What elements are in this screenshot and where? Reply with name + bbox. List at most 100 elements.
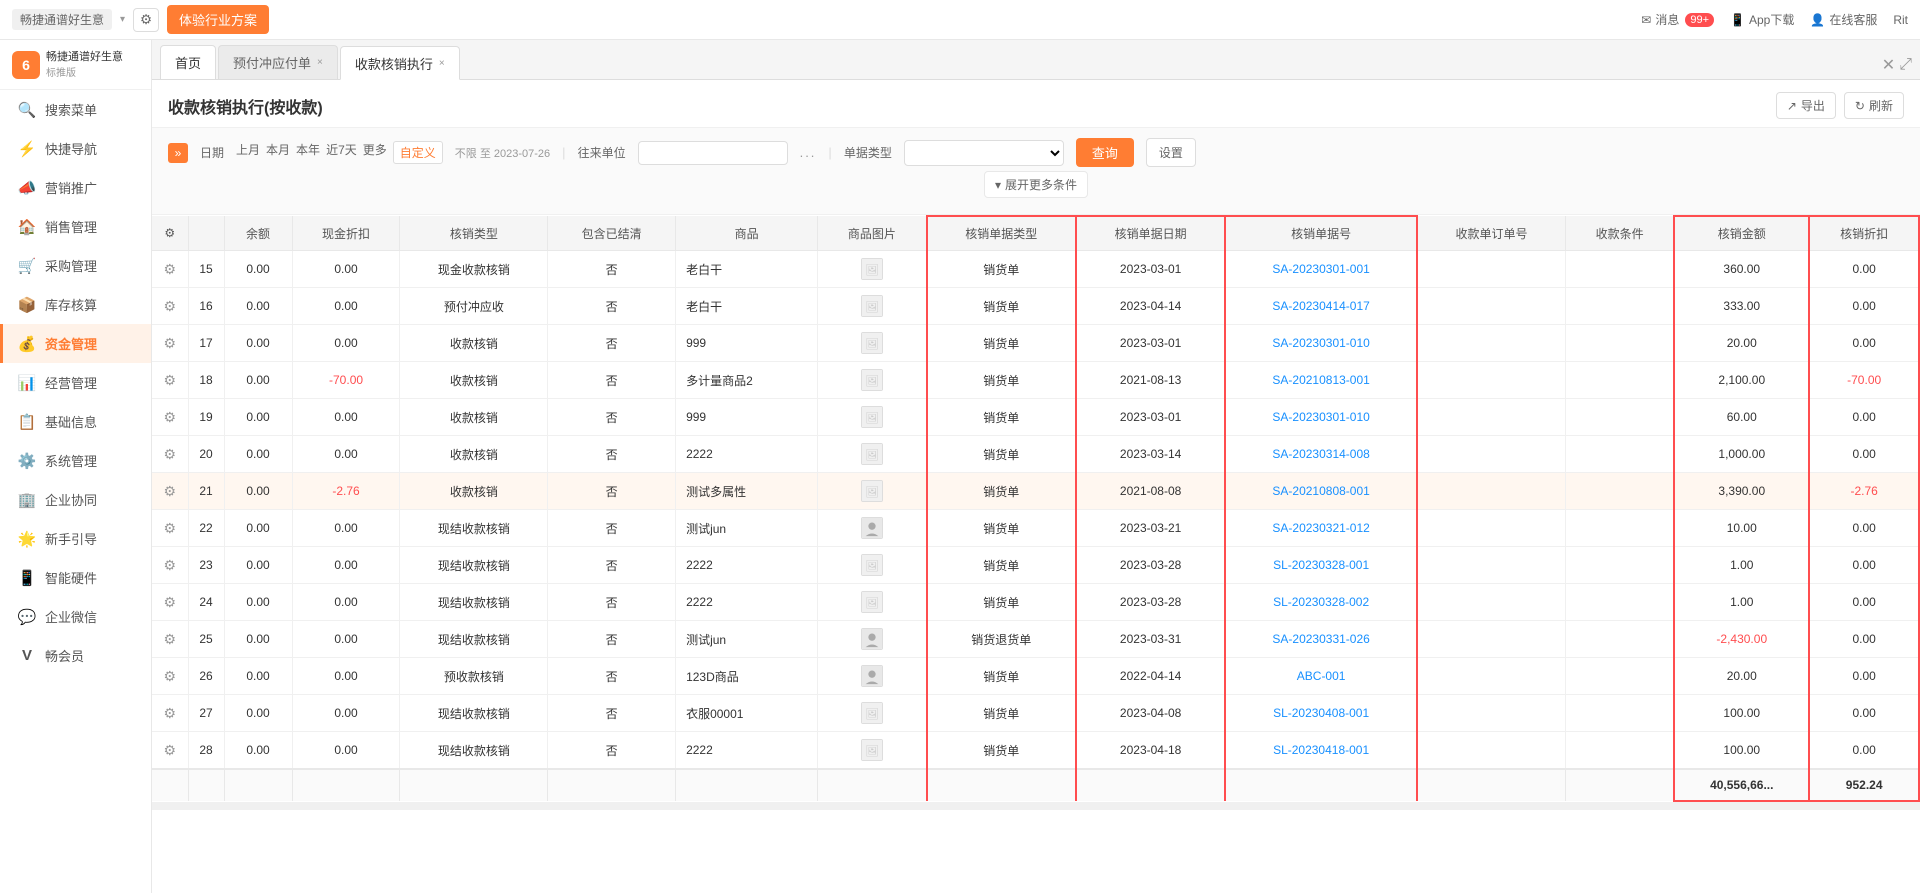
- app-download-group[interactable]: 📱 App下载: [1730, 11, 1794, 28]
- bill-no-5[interactable]: SA-20230314-008: [1225, 436, 1417, 473]
- bill-no-10[interactable]: SA-20230331-026: [1225, 621, 1417, 658]
- company-input[interactable]: [638, 141, 788, 165]
- brand-dropdown-arrow[interactable]: ▾: [120, 14, 125, 25]
- gear-cell-5[interactable]: ⚙: [152, 436, 188, 473]
- col-settings[interactable]: ⚙: [152, 216, 188, 251]
- footer-settings: [152, 769, 188, 801]
- bill-no-link-6[interactable]: SA-20210808-001: [1272, 484, 1369, 498]
- date-last-month[interactable]: 上月: [236, 141, 260, 164]
- online-service-group[interactable]: 👤 在线客服: [1810, 11, 1877, 28]
- user-name[interactable]: Rit: [1893, 13, 1908, 27]
- tab-prepay-label: 预付冲应付单: [233, 53, 311, 72]
- sidebar-item-sales[interactable]: 🏠 销售管理: [0, 207, 151, 246]
- gear-cell-0[interactable]: ⚙: [152, 251, 188, 288]
- date-last-7days[interactable]: 近7天: [326, 141, 357, 164]
- gear-cell-13[interactable]: ⚙: [152, 732, 188, 770]
- bill-no-link-3[interactable]: SA-20210813-001: [1272, 373, 1369, 387]
- date-custom[interactable]: 自定义: [393, 141, 443, 164]
- filter-settings-button[interactable]: 设置: [1146, 138, 1196, 167]
- scroll-hint[interactable]: [152, 802, 1920, 810]
- bill-no-link-10[interactable]: SA-20230331-026: [1272, 632, 1369, 646]
- row-num-10: 25: [188, 621, 224, 658]
- bill-no-link-13[interactable]: SL-20230418-001: [1273, 743, 1369, 757]
- messages-icon-group[interactable]: ✉ 消息 99+: [1641, 11, 1714, 28]
- svg-text:🖼: 🖼: [865, 708, 879, 721]
- sidebar-item-hardware[interactable]: 📱 智能硬件: [0, 558, 151, 597]
- gear-cell-11[interactable]: ⚙: [152, 658, 188, 695]
- bill-no-8[interactable]: SL-20230328-001: [1225, 547, 1417, 584]
- sidebar-item-wechat[interactable]: 💬 企业微信: [0, 597, 151, 636]
- expand-conditions-button[interactable]: ▾ 展开更多条件: [984, 171, 1088, 198]
- tab-receipt-writeoff[interactable]: 收款核销执行 ×: [340, 46, 460, 80]
- tab-maximize-button[interactable]: ⤢: [1899, 56, 1912, 74]
- export-button[interactable]: ↗ 导出: [1776, 92, 1836, 119]
- sidebar-item-quick-nav[interactable]: ⚡ 快捷导航: [0, 129, 151, 168]
- sidebar-item-inventory[interactable]: 📦 库存核算: [0, 285, 151, 324]
- sidebar-item-basic[interactable]: 📋 基础信息: [0, 402, 151, 441]
- gear-cell-7[interactable]: ⚙: [152, 510, 188, 547]
- bill-no-4[interactable]: SA-20230301-010: [1225, 399, 1417, 436]
- table-row: ⚙ 23 0.00 0.00 现结收款核销 否 2222 🖼 销货单 2023-…: [152, 547, 1919, 584]
- tab-close-all-button[interactable]: ✕: [1882, 55, 1895, 75]
- sidebar-item-business[interactable]: 📊 经营管理: [0, 363, 151, 402]
- gear-cell-4[interactable]: ⚙: [152, 399, 188, 436]
- filter-toggle-button[interactable]: »: [168, 143, 188, 163]
- company-dots[interactable]: ...: [800, 145, 817, 160]
- bill-no-link-4[interactable]: SA-20230301-010: [1272, 410, 1369, 424]
- row-num-6: 21: [188, 473, 224, 510]
- footer-bill-no: [1225, 769, 1417, 801]
- bill-no-link-11[interactable]: ABC-001: [1297, 669, 1346, 683]
- sidebar-item-search[interactable]: 🔍 搜索菜单: [0, 90, 151, 129]
- bill-no-0[interactable]: SA-20230301-001: [1225, 251, 1417, 288]
- gear-cell-10[interactable]: ⚙: [152, 621, 188, 658]
- bill-type-select[interactable]: [904, 140, 1064, 166]
- sidebar-item-corp[interactable]: 🏢 企业协同: [0, 480, 151, 519]
- refresh-button[interactable]: ↻ 刷新: [1844, 92, 1904, 119]
- bill-no-9[interactable]: SL-20230328-002: [1225, 584, 1417, 621]
- sidebar-item-finance[interactable]: 💰 资金管理: [0, 324, 151, 363]
- col-receipt-condition: 收款条件: [1565, 216, 1674, 251]
- sidebar-item-member[interactable]: V 畅会员: [0, 636, 151, 675]
- gear-cell-2[interactable]: ⚙: [152, 325, 188, 362]
- bill-no-1[interactable]: SA-20230414-017: [1225, 288, 1417, 325]
- gear-cell-3[interactable]: ⚙: [152, 362, 188, 399]
- bill-no-link-0[interactable]: SA-20230301-001: [1272, 262, 1369, 276]
- bill-no-13[interactable]: SL-20230418-001: [1225, 732, 1417, 770]
- product-img-0: 🖼: [818, 251, 927, 288]
- bill-no-2[interactable]: SA-20230301-010: [1225, 325, 1417, 362]
- bill-no-link-9[interactable]: SL-20230328-002: [1273, 595, 1369, 609]
- search-menu-label: 搜索菜单: [45, 100, 97, 119]
- tab-prepay-close[interactable]: ×: [317, 57, 323, 68]
- gear-cell-8[interactable]: ⚙: [152, 547, 188, 584]
- gear-cell-1[interactable]: ⚙: [152, 288, 188, 325]
- sidebar-item-system[interactable]: ⚙️ 系统管理: [0, 441, 151, 480]
- bill-no-link-5[interactable]: SA-20230314-008: [1272, 447, 1369, 461]
- search-button[interactable]: 查询: [1076, 138, 1134, 167]
- col-included: 包含已结清: [548, 216, 676, 251]
- gear-cell-12[interactable]: ⚙: [152, 695, 188, 732]
- corp-label: 企业协同: [45, 490, 97, 509]
- bill-no-link-12[interactable]: SL-20230408-001: [1273, 706, 1369, 720]
- bill-no-12[interactable]: SL-20230408-001: [1225, 695, 1417, 732]
- date-this-year[interactable]: 本年: [296, 141, 320, 164]
- sidebar-item-purchase[interactable]: 🛒 采购管理: [0, 246, 151, 285]
- sidebar-item-marketing[interactable]: 📣 营销推广: [0, 168, 151, 207]
- settings-button[interactable]: ⚙: [133, 8, 159, 32]
- bill-no-11[interactable]: ABC-001: [1225, 658, 1417, 695]
- date-this-month[interactable]: 本月: [266, 141, 290, 164]
- date-more[interactable]: 更多: [363, 141, 387, 164]
- gear-cell-6[interactable]: ⚙: [152, 473, 188, 510]
- gear-cell-9[interactable]: ⚙: [152, 584, 188, 621]
- bill-no-link-8[interactable]: SL-20230328-001: [1273, 558, 1369, 572]
- bill-no-link-2[interactable]: SA-20230301-010: [1272, 336, 1369, 350]
- bill-no-3[interactable]: SA-20210813-001: [1225, 362, 1417, 399]
- bill-no-7[interactable]: SA-20230321-012: [1225, 510, 1417, 547]
- tab-receipt-writeoff-close[interactable]: ×: [439, 58, 445, 69]
- solution-button[interactable]: 体验行业方案: [167, 5, 269, 34]
- tab-home[interactable]: 首页: [160, 45, 216, 79]
- bill-no-6[interactable]: SA-20210808-001: [1225, 473, 1417, 510]
- tab-prepay[interactable]: 预付冲应付单 ×: [218, 45, 338, 79]
- bill-no-link-7[interactable]: SA-20230321-012: [1272, 521, 1369, 535]
- sidebar-item-newbie[interactable]: 🌟 新手引导: [0, 519, 151, 558]
- bill-no-link-1[interactable]: SA-20230414-017: [1272, 299, 1369, 313]
